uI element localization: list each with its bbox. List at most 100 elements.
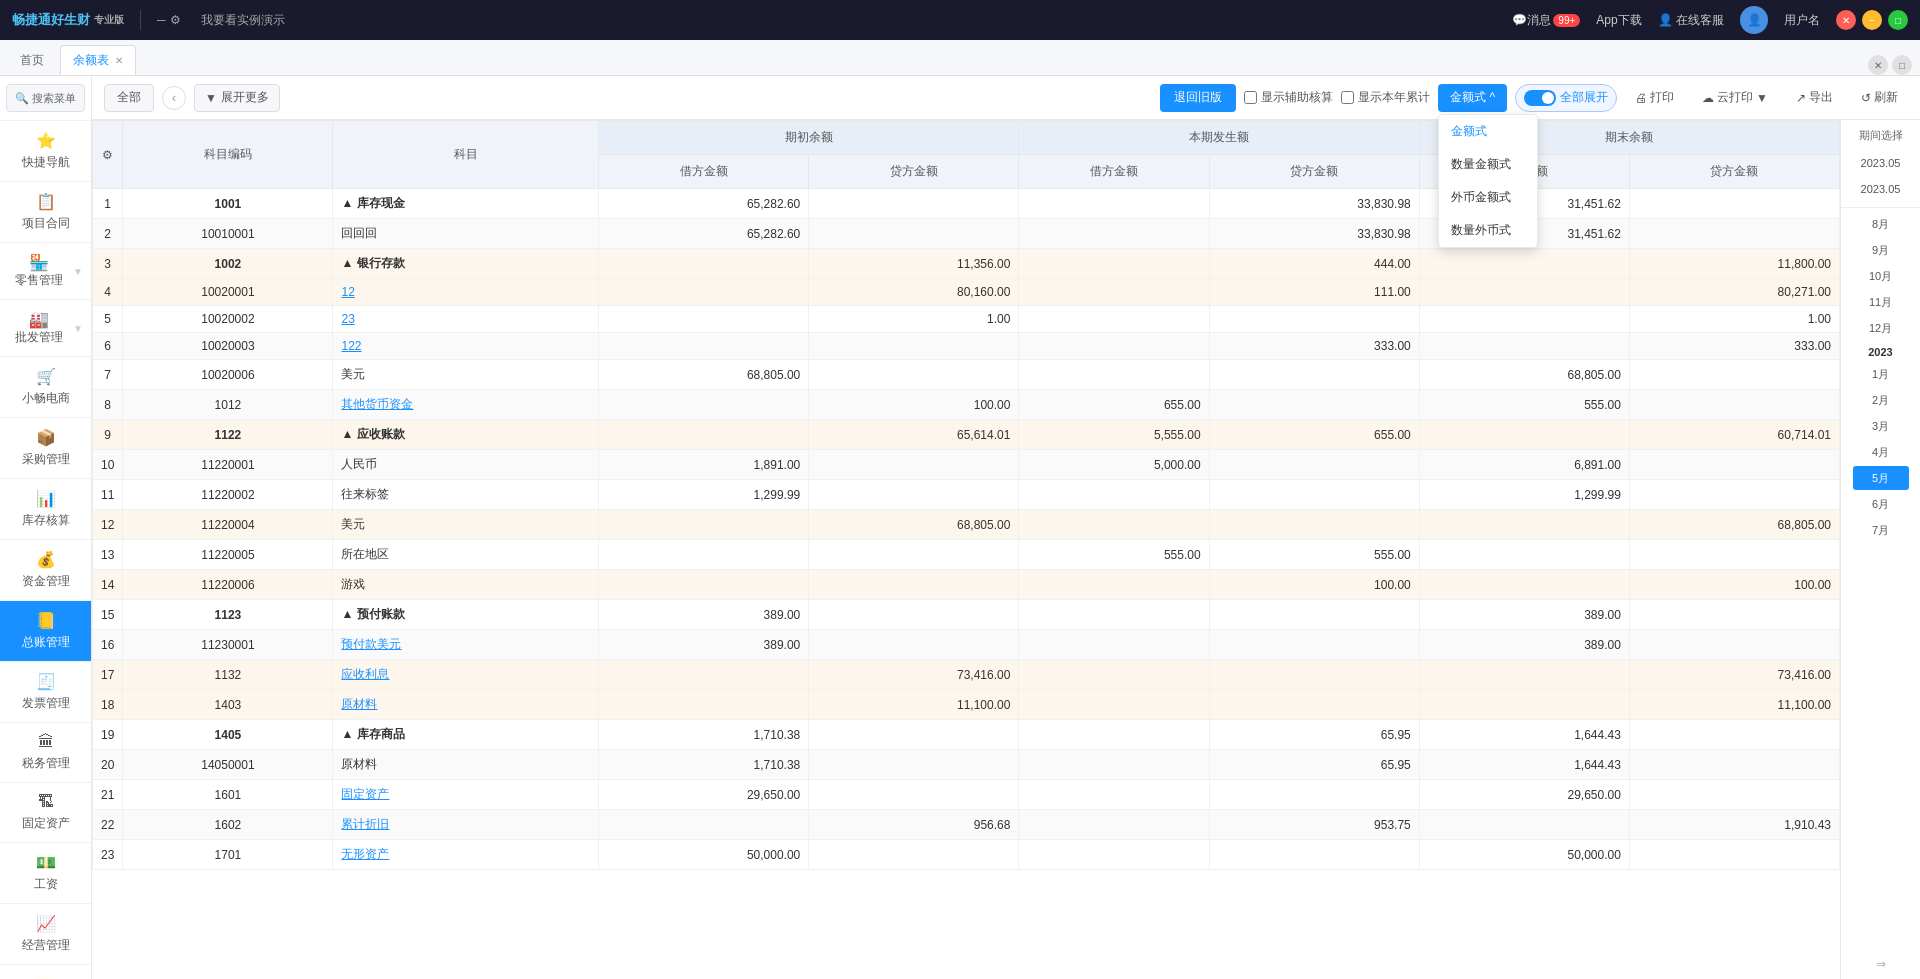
table-row[interactable]: 9 1122 ▲ 应收账款 65,614.01 5,555.00 655.00 … xyxy=(93,420,1840,450)
month-4[interactable]: 4月 xyxy=(1853,440,1909,464)
table-row[interactable]: 11 11220002 往来标签 1,299.99 1,299.99 xyxy=(93,480,1840,510)
table-row[interactable]: 8 1012 其他货币资金 100.00 655.00 555.00 xyxy=(93,390,1840,420)
sidebar-item-ecommerce[interactable]: 🛒 小畅电商 xyxy=(0,357,91,418)
back-old-version-button[interactable]: 退回旧版 xyxy=(1160,84,1236,112)
table-row[interactable]: 22 1602 累计折旧 956.68 953.75 1,910.43 xyxy=(93,810,1840,840)
message-btn[interactable]: 💬 消息 99+ xyxy=(1512,12,1580,29)
cloud-print-button[interactable]: ☁ 云打印 ▼ xyxy=(1692,84,1778,112)
account-link[interactable]: 23 xyxy=(341,312,354,326)
table-row[interactable]: 17 1132 应收利息 73,416.00 73,416.00 xyxy=(93,660,1840,690)
expand-more-button[interactable]: ▼ 展开更多 xyxy=(194,84,280,112)
account-name[interactable]: 其他货币资金 xyxy=(333,390,599,420)
table-row[interactable]: 10 11220001 人民币 1,891.00 5,000.00 6,891.… xyxy=(93,450,1840,480)
period-start[interactable]: 2023.05 xyxy=(1853,151,1909,175)
table-row[interactable]: 23 1701 无形资产 50,000.00 50,000.00 xyxy=(93,840,1840,870)
month-8[interactable]: 8月 xyxy=(1853,212,1909,236)
expand-all-toggle[interactable]: 全部展开 xyxy=(1515,84,1617,112)
sidebar-item-wholesale[interactable]: 🏭 批发管理 ▼ xyxy=(0,300,91,357)
tab-balance-close[interactable]: ✕ xyxy=(115,55,123,66)
dropdown-item-amount[interactable]: 金额式 xyxy=(1439,115,1537,148)
table-row[interactable]: 1 1001 ▲ 库存现金 65,282.60 33,830.98 31,451… xyxy=(93,189,1840,219)
search-menu-button[interactable]: 🔍 搜索菜单 xyxy=(6,84,85,112)
month-7[interactable]: 7月 xyxy=(1853,518,1909,542)
account-link[interactable]: 其他货币资金 xyxy=(341,397,413,411)
account-name[interactable]: 122 xyxy=(333,333,599,360)
ytd-checkbox-input[interactable] xyxy=(1341,91,1354,104)
demo-link[interactable]: 我要看实例演示 xyxy=(201,12,285,29)
auxiliary-checkbox-input[interactable] xyxy=(1244,91,1257,104)
month-2[interactable]: 2月 xyxy=(1853,388,1909,412)
sidebar-item-finance[interactable]: 💰 资金管理 xyxy=(0,540,91,601)
export-button[interactable]: ↗ 导出 xyxy=(1786,84,1843,112)
show-auxiliary-checkbox[interactable]: 显示辅助核算 xyxy=(1244,89,1333,106)
table-row[interactable]: 5 10020002 23 1.00 1.00 xyxy=(93,306,1840,333)
tab-home[interactable]: 首页 xyxy=(8,45,56,75)
sidebar-item-invoice[interactable]: 🧾 发票管理 xyxy=(0,662,91,723)
sidebar-item-purchase[interactable]: 📦 采购管理 xyxy=(0,418,91,479)
month-5[interactable]: 5月 xyxy=(1853,466,1909,490)
sidebar-item-retail[interactable]: 🏪 零售管理 ▼ xyxy=(0,243,91,300)
dropdown-item-foreign-amount[interactable]: 外币金额式 xyxy=(1439,181,1537,214)
app-download-btn[interactable]: App下载 xyxy=(1596,12,1641,29)
dropdown-item-qty-amount[interactable]: 数量金额式 xyxy=(1439,148,1537,181)
month-11[interactable]: 11月 xyxy=(1853,290,1909,314)
sidebar-item-general-ledger[interactable]: 📒 总账管理 xyxy=(0,601,91,662)
table-row[interactable]: 21 1601 固定资产 29,650.00 29,650.00 xyxy=(93,780,1840,810)
table-row[interactable]: 20 14050001 原材料 1,710.38 65.95 1,644.43 xyxy=(93,750,1840,780)
period-end[interactable]: 2023.05 xyxy=(1853,177,1909,201)
table-row[interactable]: 16 11230001 预付款美元 389.00 389.00 xyxy=(93,630,1840,660)
show-ytd-checkbox[interactable]: 显示本年累计 xyxy=(1341,89,1430,106)
all-button[interactable]: 全部 xyxy=(104,84,154,112)
sidebar-item-salary[interactable]: 💵 工资 xyxy=(0,843,91,904)
tab-restore-btn[interactable]: ✕ xyxy=(1868,55,1888,75)
account-name[interactable]: 固定资产 xyxy=(333,780,599,810)
table-row[interactable]: 15 1123 ▲ 预付账款 389.00 389.00 xyxy=(93,600,1840,630)
win-minimize-btn[interactable]: − xyxy=(1862,10,1882,30)
sidebar-item-fixed-assets[interactable]: 🏗 固定资产 xyxy=(0,783,91,843)
sidebar-item-quick-nav[interactable]: ⭐ 快捷导航 xyxy=(0,121,91,182)
account-name[interactable]: 23 xyxy=(333,306,599,333)
refresh-button[interactable]: ↺ 刷新 xyxy=(1851,84,1908,112)
month-3[interactable]: 3月 xyxy=(1853,414,1909,438)
sidebar-item-sales[interactable]: 💳 小畅报销 xyxy=(0,965,91,979)
settings-col-header[interactable]: ⚙ xyxy=(93,121,123,189)
sidebar-item-project[interactable]: 📋 项目合同 xyxy=(0,182,91,243)
account-link[interactable]: 无形资产 xyxy=(341,847,389,861)
table-row[interactable]: 6 10020003 122 333.00 333.00 xyxy=(93,333,1840,360)
table-row[interactable]: 19 1405 ▲ 库存商品 1,710.38 65.95 1,644.43 xyxy=(93,720,1840,750)
account-name[interactable]: 累计折旧 xyxy=(333,810,599,840)
collapse-panel-btn[interactable]: ⇒ xyxy=(1876,949,1886,979)
account-link[interactable]: 应收利息 xyxy=(341,667,389,681)
table-row[interactable]: 2 10010001 回回回 65,282.60 33,830.98 31,45… xyxy=(93,219,1840,249)
account-link[interactable]: 固定资产 xyxy=(341,787,389,801)
username[interactable]: 用户名 xyxy=(1784,12,1820,29)
account-link[interactable]: 原材料 xyxy=(341,697,377,711)
tab-expand-btn[interactable]: □ xyxy=(1892,55,1912,75)
month-10[interactable]: 10月 xyxy=(1853,264,1909,288)
month-12[interactable]: 12月 xyxy=(1853,316,1909,340)
account-name[interactable]: 预付款美元 xyxy=(333,630,599,660)
online-service-btn[interactable]: 👤 在线客服 xyxy=(1658,12,1724,29)
table-row[interactable]: 3 1002 ▲ 银行存款 11,356.00 444.00 11,800.00 xyxy=(93,249,1840,279)
account-link[interactable]: 预付款美元 xyxy=(341,637,401,651)
table-row[interactable]: 7 10020006 美元 68,805.00 68,805.00 xyxy=(93,360,1840,390)
month-6[interactable]: 6月 xyxy=(1853,492,1909,516)
month-1[interactable]: 1月 xyxy=(1853,362,1909,386)
account-link[interactable]: 累计折旧 xyxy=(341,817,389,831)
sidebar-item-operations[interactable]: 📈 经营管理 xyxy=(0,904,91,965)
print-button[interactable]: 🖨 打印 xyxy=(1625,84,1684,112)
account-link[interactable]: 12 xyxy=(341,285,354,299)
month-9[interactable]: 9月 xyxy=(1853,238,1909,262)
table-row[interactable]: 12 11220004 美元 68,805.00 68,805.00 xyxy=(93,510,1840,540)
settings-icon[interactable]: ⚙ xyxy=(170,13,181,27)
amount-type-button[interactable]: 金额式 ^ xyxy=(1438,84,1507,112)
table-row[interactable]: 4 10020001 12 80,160.00 111.00 80,271.00 xyxy=(93,279,1840,306)
sidebar-item-inventory[interactable]: 📊 库存核算 xyxy=(0,479,91,540)
user-avatar[interactable]: 👤 xyxy=(1740,6,1768,34)
account-name[interactable]: 12 xyxy=(333,279,599,306)
account-link[interactable]: 122 xyxy=(341,339,361,353)
table-row[interactable]: 14 11220006 游戏 100.00 100.00 xyxy=(93,570,1840,600)
prev-button[interactable]: ‹ xyxy=(162,86,186,110)
account-name[interactable]: 无形资产 xyxy=(333,840,599,870)
table-row[interactable]: 13 11220005 所在地区 555.00 555.00 xyxy=(93,540,1840,570)
